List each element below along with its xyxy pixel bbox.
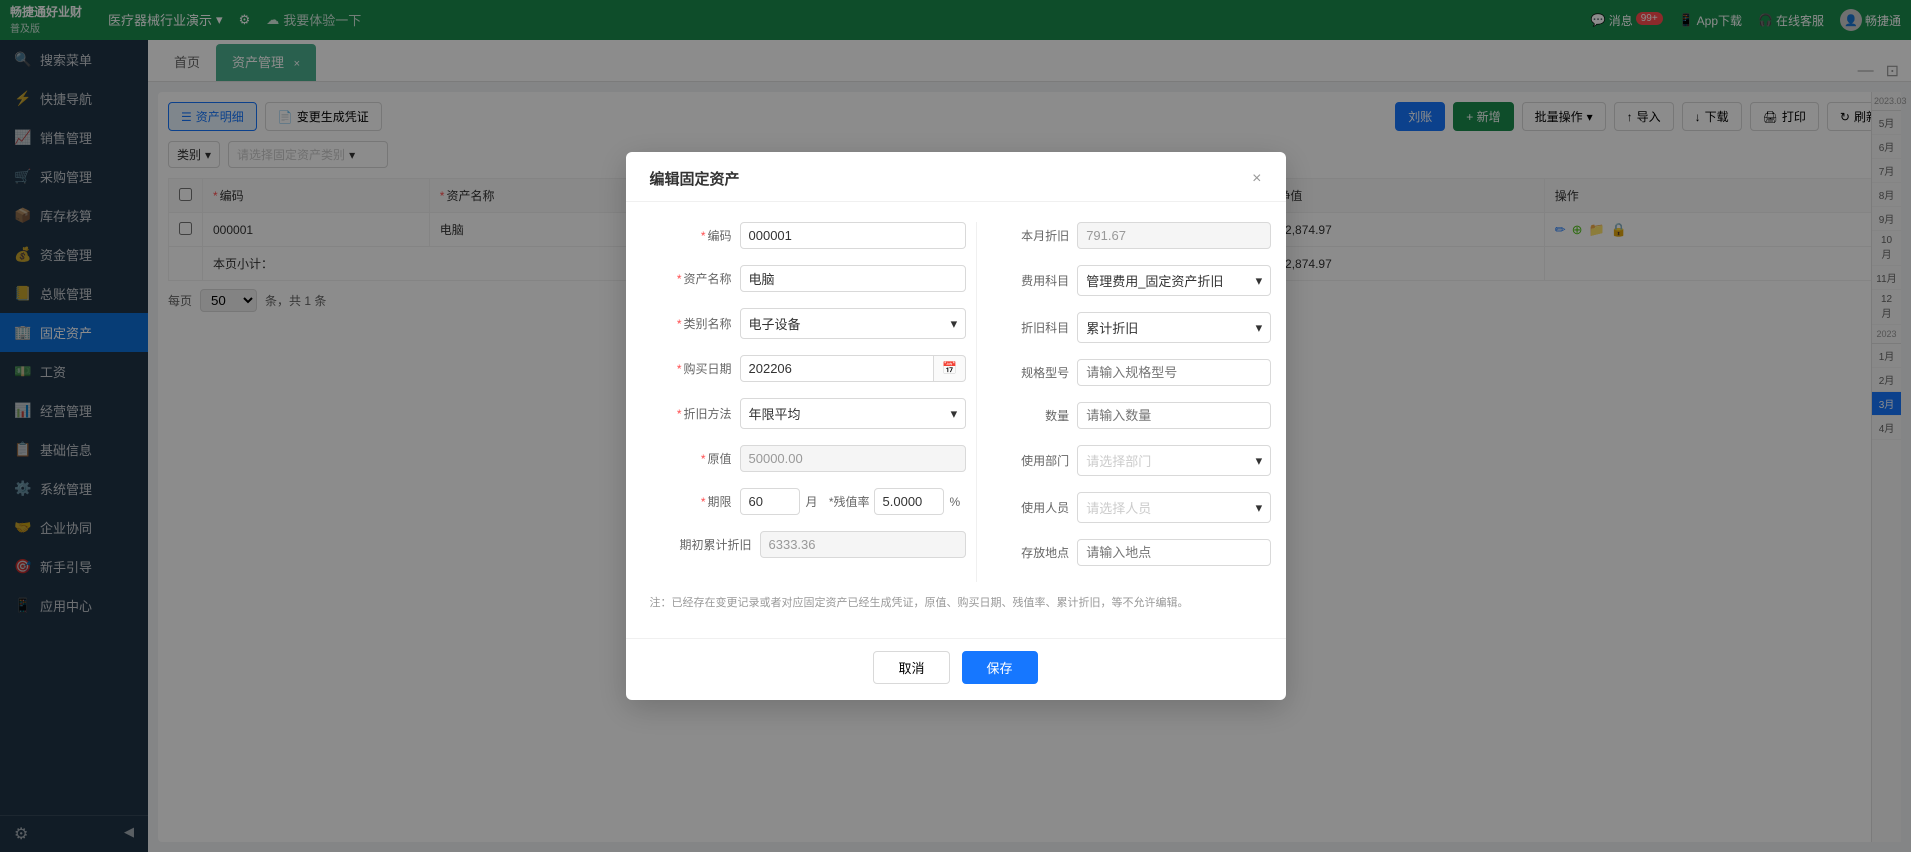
- period-input[interactable]: [740, 488, 800, 515]
- form-row-quantity: 数量: [987, 402, 1271, 429]
- form-row-monthly-dep: 本月折旧: [987, 222, 1271, 249]
- modal-title: 编辑固定资产: [650, 168, 740, 189]
- purchase-date-input[interactable]: [740, 355, 935, 382]
- modal-close-btn[interactable]: ×: [1252, 170, 1261, 188]
- modal-header: 编辑固定资产 ×: [626, 152, 1286, 202]
- chevron-down-icon: ▾: [1256, 273, 1263, 289]
- form-row-original-value: *原值: [660, 445, 967, 472]
- depreciation-method-label: *折旧方法: [660, 405, 740, 422]
- dep-subject-dropdown[interactable]: 累计折旧 ▾: [1077, 312, 1271, 343]
- initial-dep-input[interactable]: [760, 531, 967, 558]
- residual-rate-label: *残值率: [824, 493, 874, 510]
- residual-rate-input[interactable]: [874, 488, 944, 515]
- form-row-department: 使用部门 请选择部门 ▾: [987, 445, 1271, 476]
- original-value-input[interactable]: [740, 445, 967, 472]
- monthly-dep-input[interactable]: [1077, 222, 1271, 249]
- edit-asset-modal: 编辑固定资产 × *编码 *资产名称: [626, 152, 1286, 700]
- form-row-depreciation-method: *折旧方法 年限平均 ▾: [660, 398, 967, 429]
- modal-overlay: 编辑固定资产 × *编码 *资产名称: [0, 0, 1911, 852]
- save-button[interactable]: 保存: [962, 651, 1038, 684]
- monthly-dep-label: 本月折旧: [987, 227, 1077, 244]
- purchase-date-group: 📅: [740, 355, 967, 382]
- form-row-purchase-date: *购买日期 📅: [660, 355, 967, 382]
- period-label: *期限: [660, 493, 740, 510]
- dep-subject-label: 折旧科目: [987, 319, 1077, 336]
- modal-footer: 取消 保存: [626, 638, 1286, 700]
- spec-input[interactable]: [1077, 359, 1271, 386]
- expense-subject-label: 费用科目: [987, 272, 1077, 289]
- form-grid: *编码 *资产名称 *类别名称: [650, 222, 1262, 582]
- form-row-category: *类别名称 电子设备 ▾: [660, 308, 967, 339]
- code-label: *编码: [660, 227, 740, 244]
- name-label: *资产名称: [660, 270, 740, 287]
- form-row-expense-subject: 费用科目 管理费用_固定资产折旧 ▾: [987, 265, 1271, 296]
- chevron-down-icon: ▾: [951, 406, 958, 422]
- user-dropdown[interactable]: 请选择人员 ▾: [1077, 492, 1271, 523]
- chevron-down-icon: ▾: [1256, 500, 1263, 516]
- form-row-initial-dep: 期初累计折旧: [660, 531, 967, 558]
- purchase-date-label: *购买日期: [660, 360, 740, 377]
- form-row-code: *编码: [660, 222, 967, 249]
- residual-rate-unit: %: [950, 495, 961, 509]
- user-label: 使用人员: [987, 499, 1077, 516]
- modal-note: 注：已经存在变更记录或者对应固定资产已经生成凭证，原值、购买日期、残值率、累计折…: [650, 586, 1262, 618]
- original-value-label: *原值: [660, 450, 740, 467]
- department-dropdown[interactable]: 请选择部门 ▾: [1077, 445, 1271, 476]
- chevron-down-icon: ▾: [1256, 320, 1263, 336]
- form-row-name: *资产名称: [660, 265, 967, 292]
- depreciation-method-dropdown[interactable]: 年限平均 ▾: [740, 398, 967, 429]
- location-input[interactable]: [1077, 539, 1271, 566]
- form-row-dep-subject: 折旧科目 累计折旧 ▾: [987, 312, 1271, 343]
- form-row-period: *期限 月 *残值率 %: [660, 488, 967, 515]
- initial-dep-label: 期初累计折旧: [660, 536, 760, 553]
- chevron-down-icon: ▾: [951, 316, 958, 332]
- location-label: 存放地点: [987, 544, 1077, 561]
- form-row-user: 使用人员 请选择人员 ▾: [987, 492, 1271, 523]
- name-input[interactable]: [740, 265, 967, 292]
- category-dropdown[interactable]: 电子设备 ▾: [740, 308, 967, 339]
- expense-subject-dropdown[interactable]: 管理费用_固定资产折旧 ▾: [1077, 265, 1271, 296]
- chevron-down-icon: ▾: [1256, 453, 1263, 469]
- form-right-col: 本月折旧 费用科目 管理费用_固定资产折旧 ▾: [976, 222, 1281, 582]
- quantity-label: 数量: [987, 407, 1077, 424]
- quantity-input[interactable]: [1077, 402, 1271, 429]
- cancel-button[interactable]: 取消: [873, 651, 949, 684]
- period-unit: 月: [806, 493, 818, 510]
- calendar-icon[interactable]: 📅: [934, 355, 966, 382]
- department-label: 使用部门: [987, 452, 1077, 469]
- form-left-col: *编码 *资产名称 *类别名称: [650, 222, 977, 582]
- modal-body: *编码 *资产名称 *类别名称: [626, 202, 1286, 638]
- spec-label: 规格型号: [987, 364, 1077, 381]
- form-row-location: 存放地点: [987, 539, 1271, 566]
- form-row-spec: 规格型号: [987, 359, 1271, 386]
- code-input[interactable]: [740, 222, 967, 249]
- category-label: *类别名称: [660, 315, 740, 332]
